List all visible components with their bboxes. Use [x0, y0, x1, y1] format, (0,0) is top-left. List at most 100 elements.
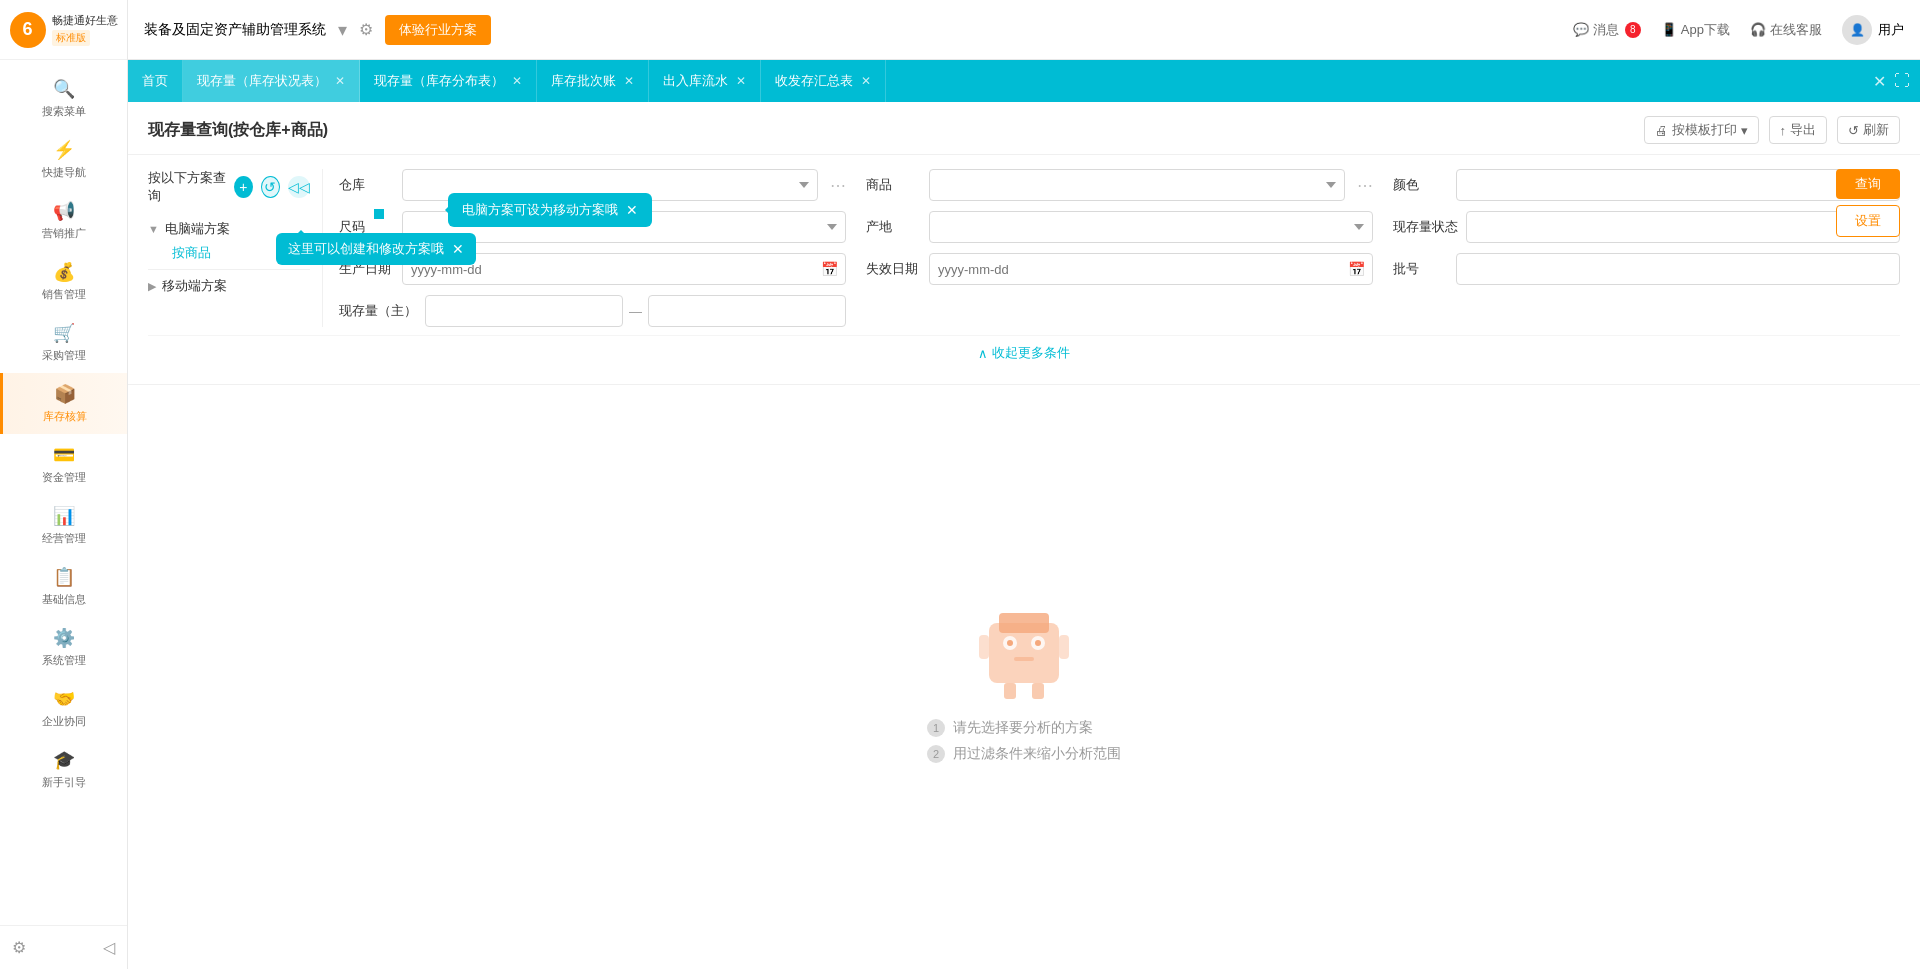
stock-dist-tab-label: 现存量（库存分布表） [374, 72, 504, 90]
page-header: 现存量查询(按仓库+商品) 🖨 按模板打印 ▾ ↑ 导出 ↺ 刷新 [128, 102, 1920, 155]
tab-close-stock-dist[interactable]: ✕ [512, 74, 522, 88]
set-button[interactable]: 设置 [1836, 205, 1900, 237]
svg-rect-9 [1004, 683, 1016, 699]
print-icon: 🖨 [1655, 123, 1668, 138]
sidebar-item-operation[interactable]: 📊 经营管理 [0, 495, 127, 556]
tip-text-1: 请先选择要分析的方案 [953, 719, 1093, 737]
export-button[interactable]: ↑ 导出 [1769, 116, 1828, 144]
operation-nav-icon: 📊 [53, 505, 75, 527]
app-download-button[interactable]: 📱 App下载 [1661, 21, 1730, 39]
sales-nav-icon: 💰 [53, 261, 75, 283]
stock-main-label: 现存量（主） [339, 302, 417, 320]
warehouse-more-icon[interactable]: ⋯ [830, 176, 846, 195]
tooltip-add-close-button[interactable]: ✕ [626, 202, 638, 218]
empty-tip-1: 1 请先选择要分析的方案 [927, 719, 1121, 737]
finance-nav-icon: 💳 [53, 444, 75, 466]
avatar: 👤 [1842, 15, 1872, 45]
sidebar-item-marketing[interactable]: 📢 营销推广 [0, 190, 127, 251]
filter-row-3: 生产日期 📅 失效日期 📅 [339, 253, 1900, 285]
tab-close-batch[interactable]: ✕ [624, 74, 634, 88]
empty-tips: 1 请先选择要分析的方案 2 用过滤条件来缩小分析范围 [927, 719, 1121, 771]
stock-main-range: — [425, 295, 846, 327]
refresh-scheme-button[interactable]: ↺ [261, 176, 280, 198]
app-download-label: App下载 [1681, 21, 1730, 39]
tab-inout[interactable]: 出入库流水 ✕ [649, 60, 761, 102]
sidebar-item-enterprise[interactable]: 🤝 企业协同 [0, 678, 127, 739]
summary-tab-label: 收发存汇总表 [775, 72, 853, 90]
stock-main-filter: 现存量（主） — [339, 295, 846, 327]
industry-plan-button[interactable]: 体验行业方案 [385, 15, 491, 45]
prod-date-calendar-icon[interactable]: 📅 [821, 261, 838, 277]
tab-fullscreen-icon[interactable]: ⛶ [1894, 72, 1910, 90]
color-select[interactable] [1456, 169, 1900, 201]
sidebar-item-label: 系统管理 [42, 653, 86, 668]
stock-main-to-input[interactable] [648, 295, 846, 327]
collapse-sidebar-button[interactable]: ◁ [103, 938, 115, 957]
stock-status-tab-label: 现存量（库存状况表） [197, 72, 327, 90]
refresh-button[interactable]: ↺ 刷新 [1837, 116, 1900, 144]
tooltip-edit-close-button[interactable]: ✕ [452, 241, 464, 257]
sidebar-item-label: 快捷导航 [42, 165, 86, 180]
message-button[interactable]: 💬 消息 8 [1573, 21, 1641, 39]
exp-date-calendar-icon[interactable]: 📅 [1348, 261, 1365, 277]
goods-more-icon[interactable]: ⋯ [1357, 176, 1373, 195]
origin-select[interactable] [929, 211, 1373, 243]
message-badge: 8 [1625, 22, 1641, 38]
tab-home[interactable]: 首页 [128, 60, 183, 102]
mobile-scheme-header[interactable]: ▶ 移动端方案 [148, 274, 310, 298]
tab-close-summary[interactable]: ✕ [861, 74, 871, 88]
svg-point-5 [1035, 640, 1041, 646]
svg-rect-8 [1059, 635, 1069, 659]
tab-close-inout[interactable]: ✕ [736, 74, 746, 88]
color-label: 颜色 [1393, 176, 1448, 194]
tab-stock-status[interactable]: 现存量（库存状况表） ✕ [183, 60, 360, 102]
sidebar-item-label: 基础信息 [42, 592, 86, 607]
stock-status-select[interactable] [1466, 211, 1900, 243]
scheme-dot-indicator [374, 209, 384, 219]
stock-main-from-input[interactable] [425, 295, 623, 327]
settings-footer-button[interactable]: ⚙ [12, 938, 26, 957]
exp-date-filter: 失效日期 📅 [866, 253, 1373, 285]
tab-batch[interactable]: 库存批次账 ✕ [537, 60, 649, 102]
sidebar-footer: ⚙ ◁ [0, 925, 127, 969]
print-label: 按模板打印 [1672, 121, 1737, 139]
online-service-button[interactable]: 🎧 在线客服 [1750, 21, 1822, 39]
print-template-button[interactable]: 🖨 按模板打印 ▾ [1644, 116, 1759, 144]
tip-num-2: 2 [927, 745, 945, 763]
add-scheme-button[interactable]: + [234, 176, 253, 198]
sidebar-item-system[interactable]: ⚙️ 系统管理 [0, 617, 127, 678]
system-settings-icon[interactable]: ⚙ [359, 20, 373, 39]
sidebar-item-quick[interactable]: ⚡ 快捷导航 [0, 129, 127, 190]
tab-close-stock-status[interactable]: ✕ [335, 74, 345, 88]
content-area: 现存量查询(按仓库+商品) 🖨 按模板打印 ▾ ↑ 导出 ↺ 刷新 [128, 102, 1920, 969]
tab-stock-dist[interactable]: 现存量（库存分布表） ✕ [360, 60, 537, 102]
tooltip-edit-text: 这里可以创建和修改方案哦 [288, 240, 444, 258]
sidebar-item-guide[interactable]: 🎓 新手引导 [0, 739, 127, 800]
goods-label: 商品 [866, 176, 921, 194]
tab-summary[interactable]: 收发存汇总表 ✕ [761, 60, 886, 102]
prev-scheme-button[interactable]: ◁◁ [288, 176, 310, 198]
main-area: 装备及固定资产辅助管理系统 ▾ ⚙ 体验行业方案 💬 消息 8 📱 App下载 … [128, 0, 1920, 969]
sidebar-item-stock[interactable]: 📦 库存核算 [0, 373, 127, 434]
svg-rect-10 [1032, 683, 1044, 699]
sidebar-item-purchase[interactable]: 🛒 采购管理 [0, 312, 127, 373]
system-dropdown-icon[interactable]: ▾ [338, 19, 347, 41]
header-right: 💬 消息 8 📱 App下载 🎧 在线客服 👤 用户 [1573, 15, 1904, 45]
batch-label: 批号 [1393, 260, 1448, 278]
mobile-scheme-label: 移动端方案 [162, 277, 227, 295]
collapse-bar[interactable]: ∧ 收起更多条件 [148, 335, 1900, 370]
goods-select[interactable] [929, 169, 1345, 201]
exp-date-input[interactable] [929, 253, 1373, 285]
user-area[interactable]: 👤 用户 [1842, 15, 1904, 45]
sidebar-item-search[interactable]: 🔍 搜索菜单 [0, 68, 127, 129]
pc-scheme-arrow: ▼ [148, 223, 159, 235]
stock-nav-icon: 📦 [54, 383, 76, 405]
tab-close-all-icon[interactable]: ✕ [1873, 72, 1886, 91]
sidebar-item-finance[interactable]: 💳 资金管理 [0, 434, 127, 495]
empty-tip-2: 2 用过滤条件来缩小分析范围 [927, 745, 1121, 763]
query-button[interactable]: 查询 [1836, 169, 1900, 199]
batch-input[interactable] [1456, 253, 1900, 285]
sidebar-item-basic[interactable]: 📋 基础信息 [0, 556, 127, 617]
sidebar-item-sales[interactable]: 💰 销售管理 [0, 251, 127, 312]
mobile-scheme-group: ▶ 移动端方案 [148, 274, 310, 298]
